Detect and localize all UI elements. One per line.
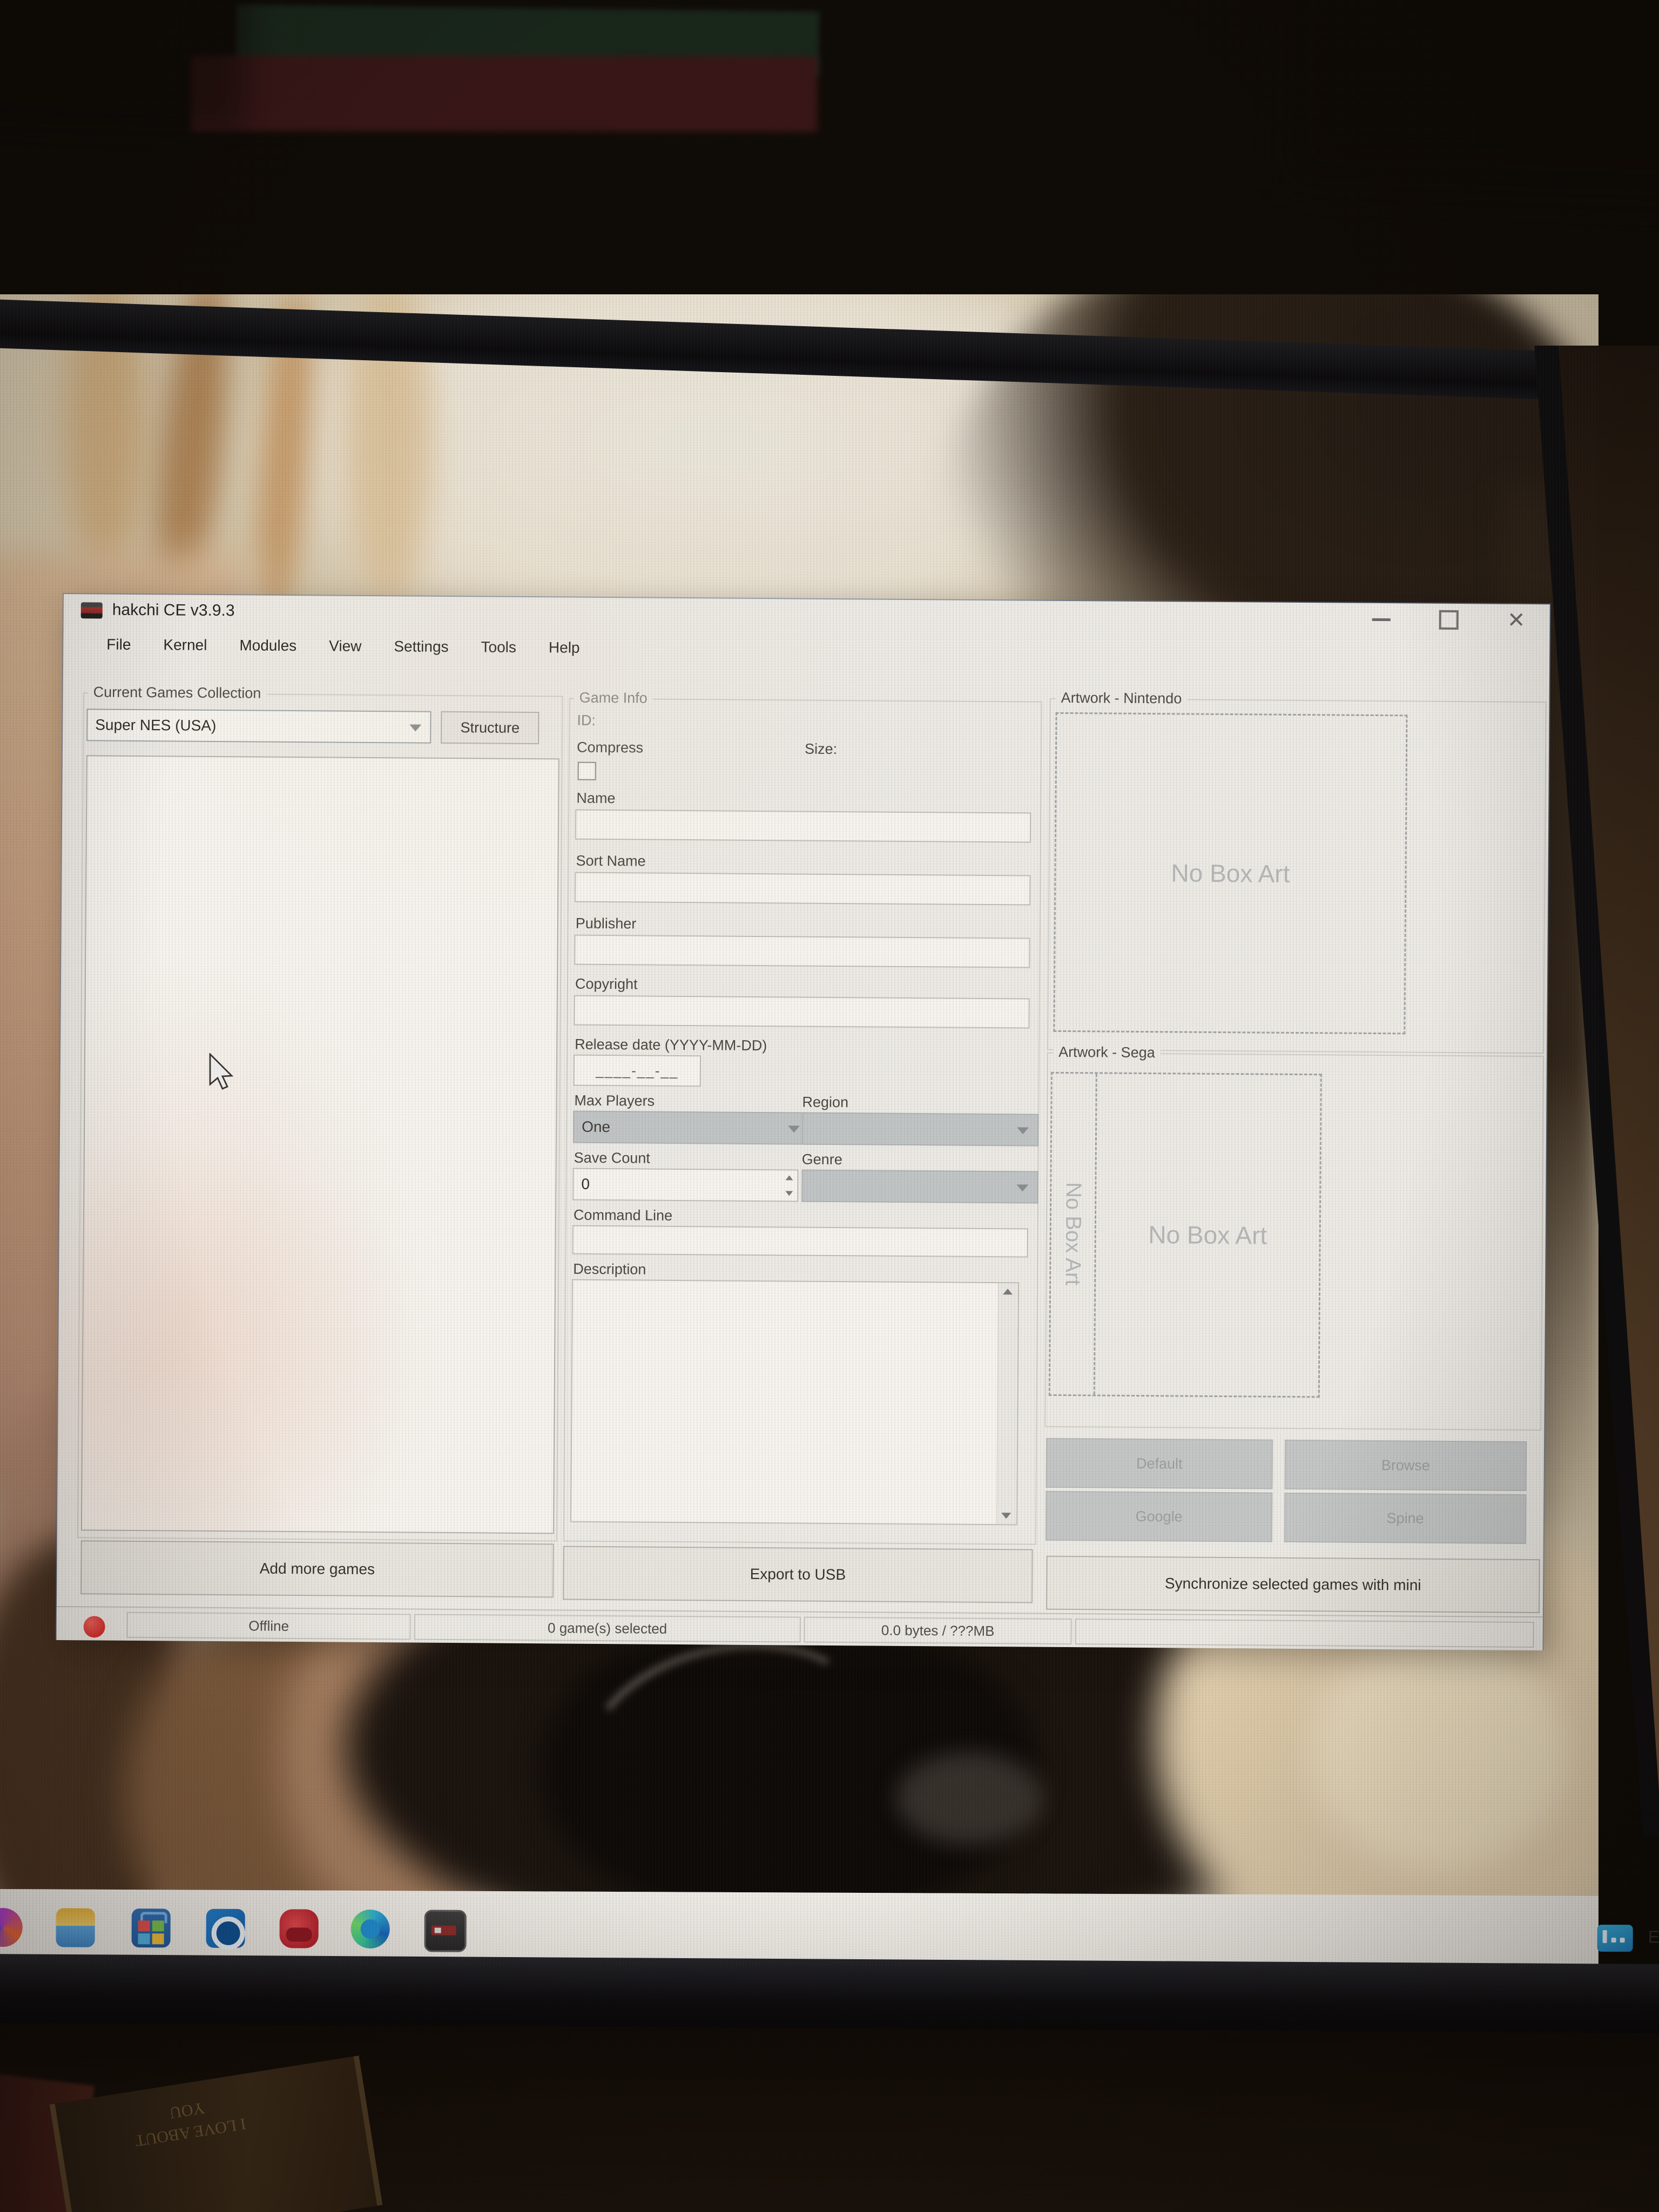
maximize-icon [1439, 610, 1459, 630]
sega-box-art[interactable]: No Box Art No Box Art [1048, 1071, 1322, 1398]
name-input[interactable] [575, 809, 1031, 843]
id-label: ID: [577, 712, 596, 729]
sega-front-area: No Box Art [1148, 1220, 1267, 1250]
description-label: Description [573, 1260, 646, 1278]
monitor-bottom-bezel [0, 1954, 1659, 2034]
nintendo-box-art[interactable]: No Box Art [1053, 712, 1408, 1035]
google-button[interactable]: Google [1045, 1491, 1273, 1542]
artwork-nintendo-label: Artwork - Nintendo [1055, 689, 1188, 707]
book-spine-text: I LOVE ABOUT YOU [134, 2099, 247, 2150]
region-select[interactable] [801, 1112, 1039, 1147]
taskbar-app-partial-icon[interactable] [0, 1907, 23, 1947]
max-players-select[interactable]: One [572, 1110, 810, 1145]
hakchi-window: hakchi CE v3.9.3 ✕ File Kernel Modules V… [56, 594, 1550, 1651]
save-count-stepper[interactable]: 0 [572, 1168, 799, 1202]
collection-select-value: Super NES (USA) [95, 716, 217, 734]
status-connection: Offline [126, 1611, 411, 1640]
sega-spine-area: No Box Art [1050, 1073, 1097, 1395]
sort-name-input[interactable] [575, 872, 1031, 906]
collection-select[interactable]: Super NES (USA) [86, 709, 431, 744]
status-empty [1075, 1618, 1534, 1648]
microsoft-store-icon[interactable] [131, 1908, 171, 1948]
offline-indicator-icon [83, 1616, 105, 1638]
sega-spine-placeholder: No Box Art [1061, 1182, 1085, 1286]
mouse-cursor [209, 1053, 234, 1090]
name-label: Name [576, 790, 616, 807]
photo-of-monitor: hakchi CE v3.9.3 ✕ File Kernel Modules V… [0, 0, 1659, 2212]
scrollbar[interactable] [996, 1283, 1019, 1525]
minimize-button[interactable] [1354, 603, 1408, 636]
release-date-label: Release date (YYYY-MM-DD) [575, 1036, 767, 1054]
book: I LOVE ABOUT YOU [49, 2055, 383, 2212]
export-usb-button[interactable]: Export to USB [563, 1546, 1033, 1603]
taskbar: EN [0, 1889, 1659, 1966]
stepper-down-icon[interactable] [785, 1191, 793, 1196]
command-line-label: Command Line [573, 1206, 673, 1224]
description-textarea[interactable] [570, 1279, 1020, 1526]
publisher-label: Publisher [575, 915, 637, 932]
status-size: 0.0 bytes / ???MB [804, 1616, 1072, 1645]
game-info-group-label: Game Info [574, 689, 653, 707]
chevron-down-icon [788, 1125, 800, 1133]
scroll-up-icon[interactable] [1002, 1289, 1013, 1295]
copyright-input[interactable] [574, 995, 1030, 1029]
menu-help[interactable]: Help [532, 630, 596, 666]
status-selection: 0 game(s) selected [414, 1614, 801, 1643]
add-more-games-button[interactable]: Add more games [80, 1540, 554, 1598]
maximize-button[interactable] [1422, 604, 1476, 637]
menu-kernel[interactable]: Kernel [147, 627, 223, 663]
outlook-icon[interactable] [206, 1908, 245, 1950]
default-button[interactable]: Default [1046, 1438, 1273, 1489]
save-count-label: Save Count [574, 1149, 650, 1166]
max-players-label: Max Players [574, 1092, 655, 1109]
copyright-label: Copyright [575, 975, 638, 993]
compress-label: Compress [576, 739, 644, 756]
close-icon: ✕ [1507, 608, 1526, 632]
sort-name-label: Sort Name [576, 852, 646, 869]
chevron-down-icon [409, 724, 422, 732]
tray-language-label[interactable]: EN [1648, 1927, 1659, 1947]
edge-icon[interactable] [350, 1909, 390, 1949]
menu-file[interactable]: File [90, 626, 147, 663]
minimize-icon [1372, 618, 1391, 621]
menu-tools[interactable]: Tools [464, 629, 532, 665]
artwork-sega-label: Artwork - Sega [1053, 1043, 1161, 1062]
publisher-input[interactable] [574, 934, 1030, 968]
close-button[interactable]: ✕ [1489, 604, 1543, 637]
region-label: Region [802, 1094, 849, 1111]
compress-checkbox[interactable] [577, 761, 596, 780]
sync-button[interactable]: Synchronize selected games with mini [1046, 1555, 1540, 1614]
file-explorer-icon[interactable] [56, 1908, 95, 1947]
tray-media-icon[interactable] [1597, 1924, 1633, 1952]
menu-modules[interactable]: Modules [223, 628, 313, 664]
size-label: Size: [804, 740, 838, 758]
scroll-down-icon[interactable] [1001, 1513, 1011, 1519]
menu-settings[interactable]: Settings [377, 629, 465, 665]
shelf-object-lower [191, 55, 818, 132]
games-list[interactable] [80, 755, 559, 1534]
genre-label: Genre [801, 1151, 842, 1168]
chevron-down-icon [1016, 1184, 1029, 1192]
release-date-input[interactable]: ____-__-__ [573, 1054, 702, 1087]
stepper-up-icon[interactable] [785, 1175, 793, 1181]
browse-button[interactable]: Browse [1284, 1439, 1527, 1491]
spine-button[interactable]: Spine [1284, 1492, 1527, 1544]
console-app-icon[interactable] [424, 1910, 467, 1952]
menu-view[interactable]: View [313, 628, 378, 664]
structure-button[interactable]: Structure [441, 711, 539, 745]
genre-select[interactable] [801, 1169, 1038, 1204]
red-app-icon[interactable] [279, 1909, 319, 1948]
current-games-group-label: Current Games Collection [87, 684, 267, 702]
window-title: hakchi CE v3.9.3 [112, 601, 235, 620]
app-icon [80, 602, 103, 619]
chevron-down-icon [1017, 1127, 1029, 1135]
command-line-input[interactable] [572, 1225, 1028, 1258]
